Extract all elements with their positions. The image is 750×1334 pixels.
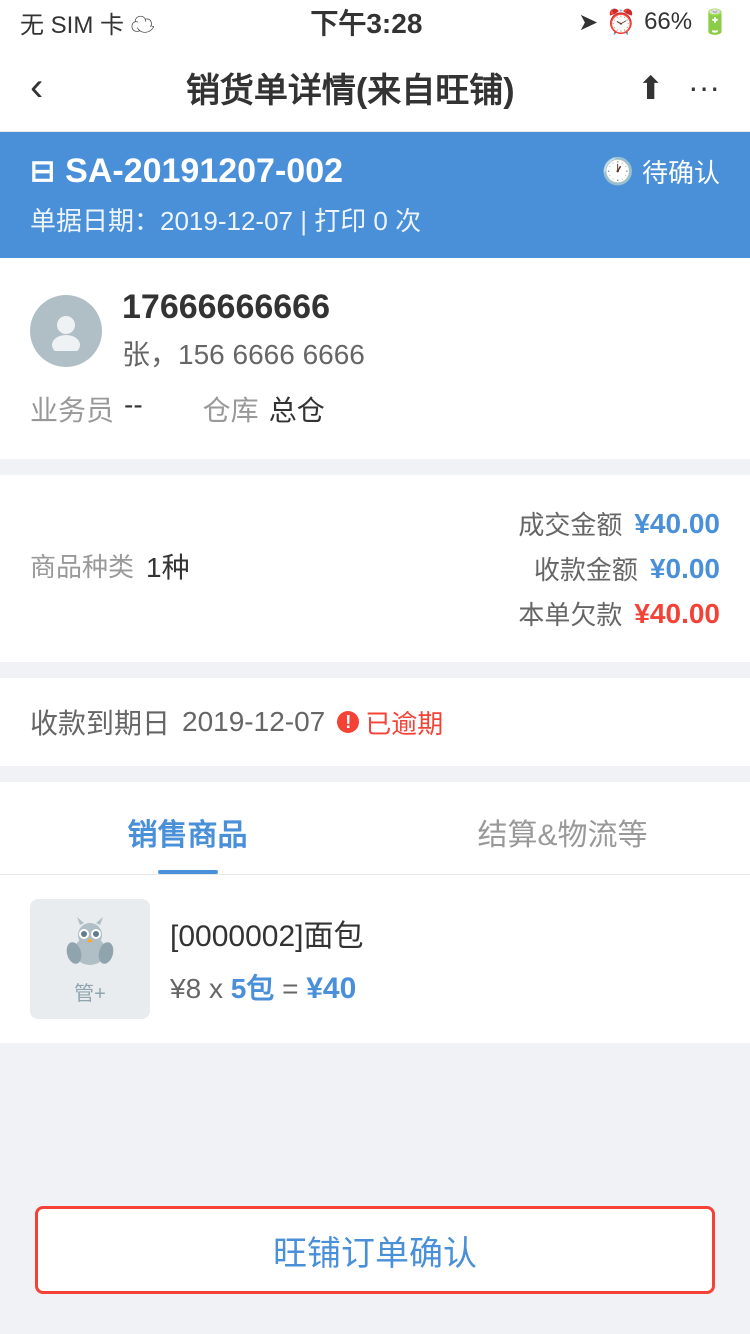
- sales-item: 业务员 --: [30, 389, 143, 429]
- order-status: 🕐 待确认: [602, 153, 720, 190]
- order-id-text: SA-20191207-002: [65, 152, 343, 191]
- received-row: 收款金额 ¥0.00: [534, 550, 720, 587]
- status-time: 下午3:28: [310, 2, 422, 42]
- customer-section: 17666666666 张，156 6666 6666 业务员 -- 仓库 总仓: [0, 258, 750, 459]
- owed-row: 本单欠款 ¥40.00: [518, 595, 720, 632]
- product-total: ¥40: [306, 972, 356, 1005]
- amount-value: ¥40.00: [634, 508, 720, 540]
- page-title: 销货单详情(来自旺铺): [63, 63, 637, 112]
- warehouse-value: 总仓: [269, 389, 325, 429]
- order-id: ⊟ SA-20191207-002: [30, 152, 343, 191]
- tab-sales-products[interactable]: 销售商品: [0, 782, 375, 874]
- product-list: 管+ [0000002]面包 ¥8 x 5包 = ¥40: [0, 875, 750, 1043]
- avatar: [30, 295, 102, 367]
- due-section: 收款到期日 2019-12-07 ! 已逾期: [0, 678, 750, 766]
- order-id-icon: ⊟: [30, 154, 55, 189]
- status-text: 待确认: [642, 153, 720, 190]
- tab-sales-products-label: 销售商品: [128, 819, 248, 852]
- alarm-icon: ⏰: [606, 8, 636, 37]
- customer-top: 17666666666 张，156 6666 6666: [30, 288, 720, 373]
- sales-value: --: [124, 389, 143, 429]
- product-item: 管+ [0000002]面包 ¥8 x 5包 = ¥40: [0, 875, 750, 1043]
- status-left: 无 SIM 卡 ☁: [20, 5, 155, 40]
- more-icon[interactable]: ···: [688, 69, 720, 106]
- tabs-bar: 销售商品 结算&物流等: [0, 782, 750, 875]
- product-types-label: 商品种类: [30, 547, 134, 584]
- status-clock-icon: 🕐: [602, 156, 634, 187]
- nav-bar: ‹ 销货单详情(来自旺铺) ⬆ ···: [0, 44, 750, 132]
- overdue-badge: ! 已逾期: [337, 704, 443, 741]
- customer-details: 17666666666 张，156 6666 6666: [122, 288, 365, 373]
- due-date-label: 收款到期日: [30, 702, 170, 742]
- summary-section: 商品种类 1种 成交金额 ¥40.00 收款金额 ¥0.00 本单欠款 ¥40.…: [0, 475, 750, 662]
- status-right: ➤ ⏰ 66% 🔋: [578, 8, 730, 37]
- product-unit-price: ¥8: [170, 973, 201, 1004]
- product-image: 管+: [30, 899, 150, 1019]
- summary-right: 成交金额 ¥40.00 收款金额 ¥0.00 本单欠款 ¥40.00: [518, 505, 720, 632]
- owed-label: 本单欠款: [518, 595, 622, 632]
- product-name: [0000002]面包: [170, 911, 720, 955]
- location-icon: ➤: [578, 8, 598, 37]
- summary-left: 商品种类 1种: [30, 505, 518, 632]
- confirm-order-label: 旺铺订单确认: [273, 1226, 477, 1275]
- customer-phone: 17666666666: [122, 288, 365, 327]
- order-header: ⊟ SA-20191207-002 🕐 待确认 单据日期：2019-12-07 …: [0, 132, 750, 258]
- received-label: 收款金额: [534, 550, 638, 587]
- owed-value: ¥40.00: [634, 598, 720, 630]
- overdue-icon: !: [337, 711, 359, 733]
- product-quantity: 5包: [231, 973, 275, 1004]
- bottom-button-container: 旺铺订单确认: [35, 1206, 715, 1294]
- tab-settlement[interactable]: 结算&物流等: [375, 782, 750, 874]
- overdue-text: 已逾期: [365, 704, 443, 741]
- battery-icon: 🔋: [700, 8, 730, 37]
- battery-level: 66%: [644, 8, 692, 36]
- amount-row: 成交金额 ¥40.00: [518, 505, 720, 542]
- nav-actions: ⬆ ···: [637, 69, 720, 107]
- customer-meta: 业务员 -- 仓库 总仓: [30, 389, 720, 429]
- tabs-section: 销售商品 结算&物流等: [0, 782, 750, 875]
- amount-label: 成交金额: [518, 505, 622, 542]
- tab-settlement-label: 结算&物流等: [477, 819, 647, 852]
- product-logo-text: 管+: [74, 977, 106, 1006]
- share-icon[interactable]: ⬆: [637, 69, 664, 107]
- product-types-item: 商品种类 1种: [30, 546, 518, 586]
- equals-sign: =: [282, 973, 306, 1004]
- product-types-value: 1种: [146, 546, 190, 586]
- price-separator: x: [209, 973, 231, 1004]
- product-price: ¥8 x 5包 = ¥40: [170, 967, 720, 1007]
- sim-status: 无 SIM 卡 ☁: [20, 5, 155, 40]
- order-header-top: ⊟ SA-20191207-002 🕐 待确认: [30, 152, 720, 191]
- order-meta: 单据日期：2019-12-07 | 打印 0 次: [30, 201, 720, 238]
- received-value: ¥0.00: [650, 553, 720, 585]
- back-button[interactable]: ‹: [30, 65, 43, 110]
- product-info: [0000002]面包 ¥8 x 5包 = ¥40: [170, 911, 720, 1007]
- sales-label: 业务员: [30, 389, 114, 429]
- customer-name: 张，156 6666 6666: [122, 333, 365, 373]
- due-date-value: 2019-12-07: [182, 706, 325, 738]
- confirm-order-button[interactable]: 旺铺订单确认: [35, 1206, 715, 1294]
- warehouse-item: 仓库 总仓: [203, 389, 325, 429]
- status-bar: 无 SIM 卡 ☁ 下午3:28 ➤ ⏰ 66% 🔋: [0, 0, 750, 44]
- warehouse-label: 仓库: [203, 389, 259, 429]
